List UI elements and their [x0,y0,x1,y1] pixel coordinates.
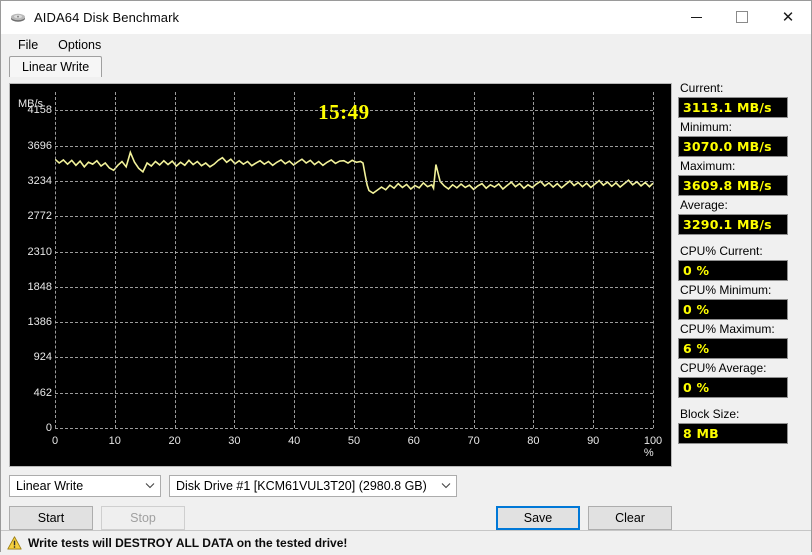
menu-bar: File Options [1,34,811,56]
stat-label: Maximum: [680,159,736,173]
stat-value: 6 % [678,338,788,359]
stat-label: Current: [680,81,724,95]
grid-line-vertical [413,92,415,428]
content-area: MB/s 15:49 0 462 924 1386 1848 2310 2772 3234 36… [1,77,811,530]
y-axis-tick: 1386 [27,316,52,329]
stat-cpu-current: CPU% Current: 0 % [678,244,811,281]
aida64-disk-benchmark-window: AIDA64 Disk Benchmark ✕ File Options Lin… [0,0,812,555]
grid-line-vertical [114,92,116,428]
stat-maximum: Maximum: 3609.8 MB/s [678,159,811,196]
tab-linear-write[interactable]: Linear Write [9,56,103,77]
close-icon: ✕ [781,7,795,26]
minimize-icon [690,16,702,18]
y-axis-tick: 462 [33,386,52,399]
drive-select-value: Disk Drive #1 [KCM61VUL3T20] (2980.8 GB) [176,479,427,493]
status-message: Write tests will DESTROY ALL DATA on the… [28,536,348,550]
stat-block-size: Block Size: 8 MB [678,407,811,444]
title-bar: AIDA64 Disk Benchmark ✕ [1,1,811,34]
stat-label: Average: [680,198,728,212]
stat-value: 8 MB [678,423,788,444]
clear-button[interactable]: Clear [588,506,672,530]
maximize-button[interactable] [719,1,765,33]
y-axis-tick: 3234 [27,175,52,188]
stat-value: 3113.1 MB/s [678,97,788,118]
y-axis-tick: 1848 [27,280,52,293]
selector-row: Linear Write Disk Drive #1 [KCM61VUL3T20… [9,475,672,497]
maximize-icon [736,11,748,23]
grid-line-vertical [294,92,296,428]
grid-line-horizontal [55,428,653,429]
menu-item-options[interactable]: Options [49,36,110,54]
minimize-button[interactable] [673,1,719,33]
stat-cpu-maximum: CPU% Maximum: 6 % [678,322,811,359]
grid-line-vertical [533,92,535,428]
grid-line-vertical [174,92,176,428]
x-axis-tick: 50 [347,435,361,447]
stop-button: Stop [101,506,185,530]
stat-value: 0 % [678,377,788,398]
window-controls: ✕ [673,1,811,33]
stat-value: 0 % [678,299,788,320]
x-axis-tick: 80 [527,435,540,447]
stat-cpu-minimum: CPU% Minimum: 0 % [678,283,811,320]
y-axis-tick: 4158 [27,104,52,117]
grid-line-vertical [234,92,236,428]
y-axis-tick: 2772 [27,210,52,223]
action-button-row: Start Stop Save Clear [9,506,672,530]
save-button[interactable]: Save [496,506,580,530]
y-axis-tick: 0 [45,422,52,434]
close-button[interactable]: ✕ [765,1,811,33]
y-axis-tick: 924 [33,351,52,364]
stat-label: CPU% Maximum: [680,322,775,336]
grid-line-vertical [354,92,355,428]
stat-label: CPU% Minimum: [680,283,772,297]
benchmark-chart: MB/s 15:49 0 462 924 1386 1848 2310 2772 3234 36… [9,83,672,467]
stat-average: Average: 3290.1 MB/s [678,198,811,235]
chart-plot-area [55,92,654,429]
stat-label: CPU% Current: [680,244,763,258]
test-type-dropdown[interactable]: Linear Write [9,475,161,497]
x-axis-tick: 60 [407,435,420,447]
drive-select-dropdown[interactable]: Disk Drive #1 [KCM61VUL3T20] (2980.8 GB) [169,475,457,497]
control-panel: Linear Write Disk Drive #1 [KCM61VUL3T20… [9,467,672,530]
grid-line-vertical [653,92,654,428]
stat-value: 3609.8 MB/s [678,175,788,196]
warning-triangle-icon [7,536,22,550]
chart-column: MB/s 15:49 0 462 924 1386 1848 2310 2772 3234 36… [1,77,678,530]
x-axis-tick: 0 [51,435,59,447]
x-axis-tick: 100 % [643,435,663,459]
x-axis-tick: 40 [288,435,301,447]
chevron-down-icon [140,481,160,492]
status-bar: Write tests will DESTROY ALL DATA on the… [1,530,811,555]
menu-item-file[interactable]: File [9,36,47,54]
start-button[interactable]: Start [9,506,93,530]
tab-strip: Linear Write [1,56,811,77]
x-axis-tick: 30 [228,435,241,447]
x-axis-tick: 20 [168,435,181,447]
stat-current: Current: 3113.1 MB/s [678,81,811,118]
test-type-value: Linear Write [16,479,84,493]
grid-line-vertical [55,92,56,428]
statistics-panel: Current: 3113.1 MB/s Minimum: 3070.0 MB/s Ma… [678,77,811,530]
stat-value: 3290.1 MB/s [678,214,788,235]
elapsed-timer: 15:49 [318,100,370,124]
stat-value: 0 % [678,260,788,281]
stat-value: 3070.0 MB/s [678,136,788,157]
chevron-down-icon [436,481,456,492]
y-axis-tick: 2310 [27,245,52,258]
y-axis-tick: 3696 [27,139,52,152]
x-axis-tick: 70 [467,435,480,447]
stat-label: Minimum: [680,120,733,134]
x-axis-tick: 90 [587,435,600,447]
grid-line-vertical [473,92,475,428]
stat-label: Block Size: [680,407,740,421]
stat-minimum: Minimum: 3070.0 MB/s [678,120,811,157]
grid-line-vertical [593,92,595,428]
stat-label: CPU% Average: [680,361,767,375]
disk-drive-icon [9,8,27,26]
x-axis-tick: 10 [108,435,121,447]
window-title: AIDA64 Disk Benchmark [34,9,180,25]
stat-cpu-average: CPU% Average: 0 % [678,361,811,398]
